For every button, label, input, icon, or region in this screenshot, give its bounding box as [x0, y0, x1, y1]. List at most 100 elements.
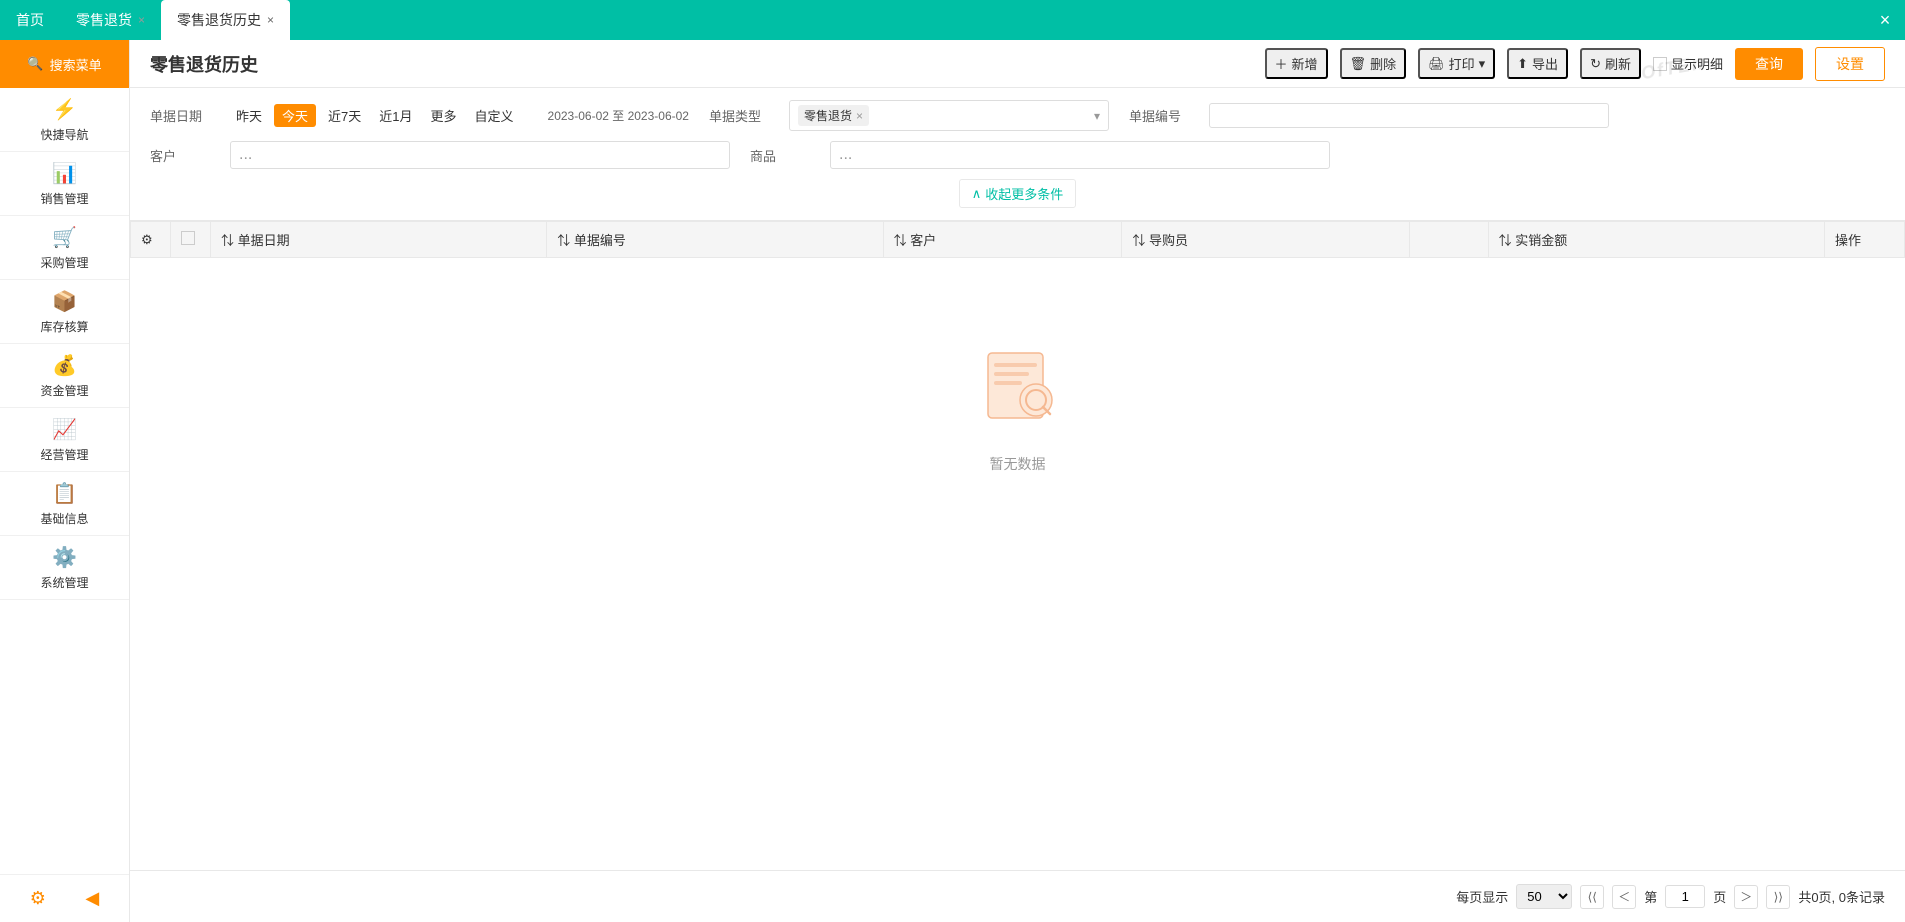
filter-row-2: 客户 ... 商品 ...: [150, 141, 1885, 169]
date-filter-label: 单据日期: [150, 106, 210, 125]
settings-table-icon[interactable]: ⚙: [141, 232, 153, 247]
th-voucher-no[interactable]: ⇅ 单据编号: [547, 222, 883, 258]
tab-retail-return-label: 零售退货: [76, 10, 132, 30]
th-customer[interactable]: ⇅ 客户: [883, 222, 1122, 258]
sidebar-item-operations[interactable]: 📈 经营管理: [0, 408, 129, 472]
sidebar-search[interactable]: 🔍 搜索菜单: [0, 40, 129, 88]
customer-input[interactable]: ...: [230, 141, 730, 169]
last-page-button[interactable]: ⟩⟩: [1766, 885, 1790, 909]
page-label: 第: [1644, 887, 1657, 906]
sidebar-item-inventory-label: 库存核算: [40, 318, 88, 335]
sidebar-item-sales-mgmt[interactable]: 📊 销售管理: [0, 152, 129, 216]
voucher-no-input[interactable]: [1209, 103, 1609, 128]
collapse-filter-button[interactable]: ∧ 收起更多条件: [959, 179, 1077, 208]
tab-retail-return-history[interactable]: 零售退货历史 ×: [161, 0, 290, 40]
print-icon: 🖨: [1428, 56, 1445, 72]
th-date-label: ⇅ 单据日期: [221, 233, 290, 248]
sales-mgmt-icon: 📊: [52, 161, 77, 186]
date-option-today[interactable]: 今天: [274, 104, 316, 127]
sidebar-item-finance[interactable]: 💰 资金管理: [0, 344, 129, 408]
voucher-type-dropdown-icon: ▾: [1094, 109, 1100, 123]
operations-icon: 📈: [52, 417, 77, 442]
th-actions: 操作: [1825, 222, 1905, 258]
collapse-up-icon: ∧: [972, 186, 982, 202]
voucher-type-input[interactable]: 零售退货 × ▾: [789, 100, 1109, 131]
per-page-label: 每页显示: [1456, 887, 1508, 906]
sidebar-item-operations-label: 经营管理: [40, 446, 88, 463]
table-area: ⚙ ⇅ 单据日期 ⇅ 单据编号 ⇅ 客户: [130, 221, 1905, 870]
date-option-yesterday[interactable]: 昨天: [230, 104, 268, 127]
select-all-checkbox[interactable]: [181, 231, 195, 245]
sidebar-item-basic-info[interactable]: 📋 基础信息: [0, 472, 129, 536]
page-number-input[interactable]: [1665, 885, 1705, 908]
th-guide[interactable]: ⇅ 导购员: [1122, 222, 1410, 258]
filter-row-1: 单据日期 昨天 今天 近7天 近1月 更多 自定义 2023-06-02 至 2…: [150, 100, 1885, 131]
close-tab-retail-return-history[interactable]: ×: [267, 13, 274, 27]
date-option-7days[interactable]: 近7天: [322, 104, 367, 127]
add-label: 新增: [1292, 54, 1318, 73]
empty-state-illustration: [968, 338, 1068, 438]
date-option-more[interactable]: 更多: [425, 104, 463, 127]
query-button[interactable]: 查询: [1735, 48, 1803, 80]
settings-gear-icon[interactable]: ⚙: [30, 888, 46, 909]
sidebar-item-sales-label: 销售管理: [40, 190, 88, 207]
sidebar-item-quick-nav[interactable]: ⚡ 快捷导航: [0, 88, 129, 152]
sidebar-item-quick-nav-label: 快捷导航: [40, 126, 88, 143]
customer-filter-label: 客户: [150, 146, 210, 165]
finance-icon: 💰: [52, 353, 77, 378]
th-amount[interactable]: ⇅ 实销金额: [1488, 222, 1824, 258]
export-icon: ⬆: [1517, 56, 1528, 72]
delete-button[interactable]: 🗑 删除: [1340, 48, 1407, 79]
print-button[interactable]: 🖨 打印 ▾: [1418, 48, 1495, 79]
th-amount-label: ⇅ 实销金额: [1499, 233, 1568, 248]
table-header-row: ⚙ ⇅ 单据日期 ⇅ 单据编号 ⇅ 客户: [131, 222, 1905, 258]
th-date[interactable]: ⇅ 单据日期: [211, 222, 547, 258]
date-range-display: 2023-06-02 至 2023-06-02: [548, 107, 689, 124]
voucher-type-label: 单据类型: [709, 106, 769, 125]
quick-nav-icon: ⚡: [52, 97, 77, 122]
settings-button[interactable]: 设置: [1815, 47, 1885, 81]
prev-page-button[interactable]: ＜: [1612, 885, 1636, 909]
page-header: 零售退货历史 ＋ 新增 🗑 删除 🖨 打印 ▾ ⬆ 导出: [130, 40, 1905, 88]
th-checkbox[interactable]: [171, 222, 211, 258]
goods-input[interactable]: ...: [830, 141, 1330, 169]
content-area: 零售退货历史 ＋ 新增 🗑 删除 🖨 打印 ▾ ⬆ 导出: [130, 40, 1905, 922]
per-page-select[interactable]: 10 20 50 100: [1516, 884, 1572, 909]
tab-home[interactable]: 首页: [0, 0, 60, 40]
date-option-custom[interactable]: 自定义: [469, 104, 520, 127]
refresh-icon: ↻: [1590, 56, 1601, 72]
th-actions-label: 操作: [1835, 233, 1861, 248]
show-detail-checkbox-wrap[interactable]: 显示明细: [1653, 54, 1723, 73]
date-option-1month[interactable]: 近1月: [373, 104, 418, 127]
basic-info-icon: 📋: [52, 481, 77, 506]
close-tab-retail-return[interactable]: ×: [138, 13, 145, 27]
sidebar-item-system-mgmt[interactable]: ⚙️ 系统管理: [0, 536, 129, 600]
th-voucher-no-label: ⇅ 单据编号: [557, 233, 626, 248]
main-layout: 🔍 搜索菜单 ⚡ 快捷导航 📊 销售管理 🛒 采购管理 📦 库存核算 💰 资金管…: [0, 40, 1905, 922]
first-page-button[interactable]: ⟨⟨: [1580, 885, 1604, 909]
export-label: 导出: [1532, 54, 1558, 73]
sidebar-search-label: 搜索菜单: [50, 55, 102, 74]
voucher-type-tag: 零售退货 ×: [798, 105, 869, 126]
goods-dots: ...: [839, 146, 852, 164]
refresh-button[interactable]: ↻ 刷新: [1580, 48, 1641, 79]
window-close-button[interactable]: ×: [1865, 0, 1905, 40]
voucher-no-label: 单据编号: [1129, 106, 1189, 125]
show-detail-label: 显示明细: [1671, 54, 1723, 73]
tab-retail-return-history-label: 零售退货历史: [177, 10, 261, 30]
sidebar-item-basic-label: 基础信息: [40, 510, 88, 527]
show-detail-checkbox[interactable]: [1653, 57, 1667, 71]
next-page-button[interactable]: ＞: [1734, 885, 1758, 909]
sidebar: 🔍 搜索菜单 ⚡ 快捷导航 📊 销售管理 🛒 采购管理 📦 库存核算 💰 资金管…: [0, 40, 130, 922]
remove-voucher-type-tag[interactable]: ×: [856, 109, 863, 123]
print-label: 打印: [1449, 54, 1475, 73]
th-settings[interactable]: ⚙: [131, 222, 171, 258]
export-button[interactable]: ⬆ 导出: [1507, 48, 1568, 79]
add-button[interactable]: ＋ 新增: [1265, 48, 1328, 79]
collapse-sidebar-icon[interactable]: ◀: [85, 888, 99, 909]
system-mgmt-icon: ⚙️: [52, 545, 77, 570]
sidebar-item-purchase-mgmt[interactable]: 🛒 采购管理: [0, 216, 129, 280]
sidebar-item-inventory[interactable]: 📦 库存核算: [0, 280, 129, 344]
th-customer-label: ⇅ 客户: [894, 233, 937, 248]
tab-retail-return[interactable]: 零售退货 ×: [60, 0, 161, 40]
